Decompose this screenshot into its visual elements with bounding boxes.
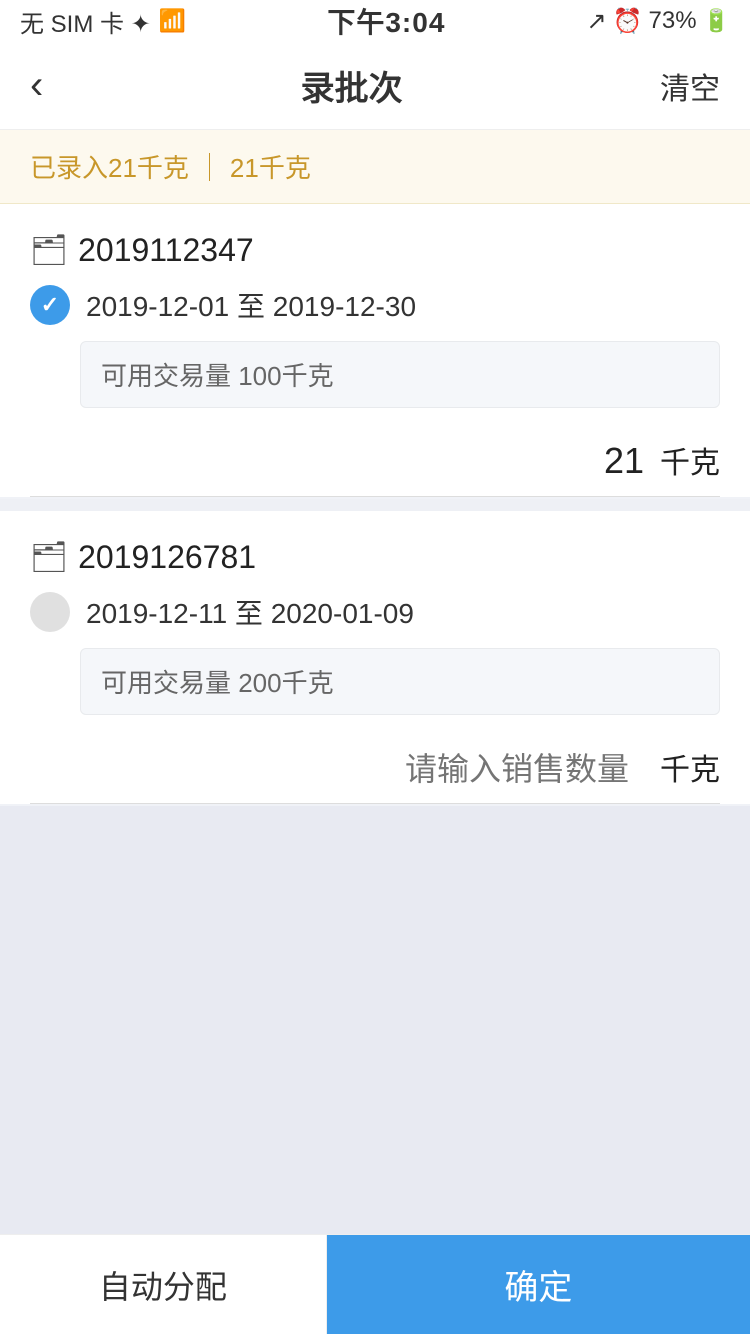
batch-2-underline bbox=[30, 803, 720, 804]
alarm-icon: ⏰ bbox=[613, 7, 643, 36]
auto-distribute-button[interactable]: 自动分配 bbox=[0, 1235, 327, 1334]
batch-card-1: 🗂 2019112347 ✓ 2019-12-01 至 2019-12-30 可… bbox=[0, 204, 750, 497]
back-button[interactable]: ‹ bbox=[30, 63, 43, 108]
batch-2-number: 2019126781 bbox=[78, 539, 256, 576]
status-right: ↗ ⏰ 73% 🔋 bbox=[587, 7, 730, 36]
batch-2-amount-row: 千克 bbox=[0, 731, 750, 803]
batch-1-header: 🗂 2019112347 bbox=[0, 204, 750, 277]
batch-2-icon: 🗂 bbox=[30, 540, 68, 575]
wifi-icon: 📶 bbox=[159, 8, 186, 34]
batch-2-checkbox[interactable] bbox=[30, 592, 70, 632]
batch-1-underline bbox=[30, 496, 720, 497]
page-title: 录批次 bbox=[301, 61, 403, 110]
status-bar: 无 SIM 卡 ✦ 📶 下午3:04 ↗ ⏰ 73% 🔋 bbox=[0, 0, 750, 42]
batch-1-date: 2019-12-01 至 2019-12-30 bbox=[86, 285, 416, 325]
batch-2-date: 2019-12-11 至 2020-01-09 bbox=[86, 592, 414, 632]
batch-1-amount-row: 21 千克 bbox=[0, 424, 750, 496]
batch-1-unit: 千克 bbox=[660, 438, 720, 482]
batch-2-available: 可用交易量 200千克 bbox=[80, 648, 720, 715]
section-divider bbox=[0, 499, 750, 511]
batch-1-number: 2019112347 bbox=[78, 232, 254, 269]
summary-divider bbox=[209, 153, 210, 181]
checkmark-icon: ✓ bbox=[41, 292, 59, 318]
location-icon: ↗ bbox=[587, 7, 607, 36]
confirm-button[interactable]: 确定 bbox=[327, 1235, 750, 1334]
sim-label: 无 SIM 卡 ✦ bbox=[20, 4, 151, 39]
batch-1-available: 可用交易量 100千克 bbox=[80, 341, 720, 408]
battery-percent: 73% bbox=[649, 7, 697, 35]
summary-label: 已录入21千克 bbox=[30, 148, 189, 185]
batch-card-2: 🗂 2019126781 2019-12-11 至 2020-01-09 可用交… bbox=[0, 511, 750, 804]
batch-1-amount-value: 21 bbox=[604, 440, 644, 482]
nav-bar: ‹ 录批次 清空 bbox=[0, 42, 750, 130]
batch-1-checkbox[interactable]: ✓ bbox=[30, 285, 70, 325]
batch-2-header: 🗂 2019126781 bbox=[0, 511, 750, 584]
bottom-empty-area bbox=[0, 806, 750, 1286]
footer: 自动分配 确定 bbox=[0, 1234, 750, 1334]
status-left: 无 SIM 卡 ✦ 📶 bbox=[20, 4, 186, 39]
summary-value: 21千克 bbox=[230, 148, 311, 185]
batch-2-amount-input[interactable] bbox=[30, 751, 644, 788]
batch-1-icon: 🗂 bbox=[30, 233, 68, 268]
battery-icon: 🔋 bbox=[703, 8, 730, 34]
batch-2-date-row: 2019-12-11 至 2020-01-09 bbox=[0, 584, 750, 640]
batch-2-unit: 千克 bbox=[660, 745, 720, 789]
clear-button[interactable]: 清空 bbox=[660, 64, 720, 108]
summary-bar: 已录入21千克 21千克 bbox=[0, 130, 750, 204]
batch-1-date-row: ✓ 2019-12-01 至 2019-12-30 bbox=[0, 277, 750, 333]
status-time: 下午3:04 bbox=[327, 1, 445, 41]
